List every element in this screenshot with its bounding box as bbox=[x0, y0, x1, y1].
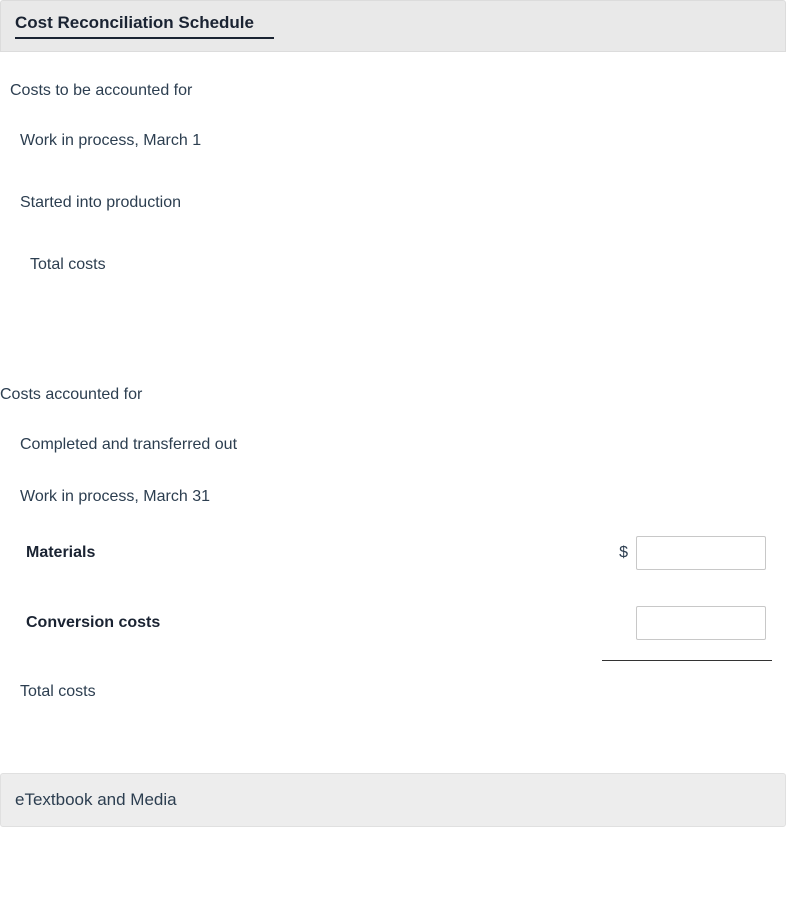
input-area-conversion bbox=[596, 606, 776, 640]
line-wip-begin: Work in process, March 1 bbox=[10, 110, 776, 172]
schedule-title: Cost Reconciliation Schedule bbox=[15, 13, 274, 39]
input-area-materials: $ bbox=[596, 536, 776, 570]
section-costs-accounted-for: Costs accounted for bbox=[0, 386, 776, 404]
materials-input[interactable] bbox=[636, 536, 766, 570]
etextbook-title: eTextbook and Media bbox=[15, 790, 177, 809]
schedule-header: Cost Reconciliation Schedule bbox=[0, 0, 786, 52]
label-conversion: Conversion costs bbox=[10, 614, 596, 632]
section-costs-to-account: Costs to be accounted for bbox=[10, 82, 776, 100]
row-conversion: Conversion costs bbox=[10, 588, 776, 658]
currency-symbol-materials: $ bbox=[619, 544, 628, 562]
label-materials: Materials bbox=[10, 544, 596, 562]
schedule-body: Costs to be accounted for Work in proces… bbox=[0, 82, 786, 723]
line-total-costs-2: Total costs bbox=[10, 661, 776, 723]
line-wip-end: Work in process, March 31 bbox=[10, 476, 776, 518]
row-materials: Materials $ bbox=[10, 518, 776, 588]
etextbook-panel[interactable]: eTextbook and Media bbox=[0, 773, 786, 827]
conversion-input[interactable] bbox=[636, 606, 766, 640]
line-started-production: Started into production bbox=[10, 172, 776, 234]
line-total-costs-1: Total costs bbox=[10, 234, 776, 296]
line-completed-transferred: Completed and transferred out bbox=[10, 414, 776, 476]
